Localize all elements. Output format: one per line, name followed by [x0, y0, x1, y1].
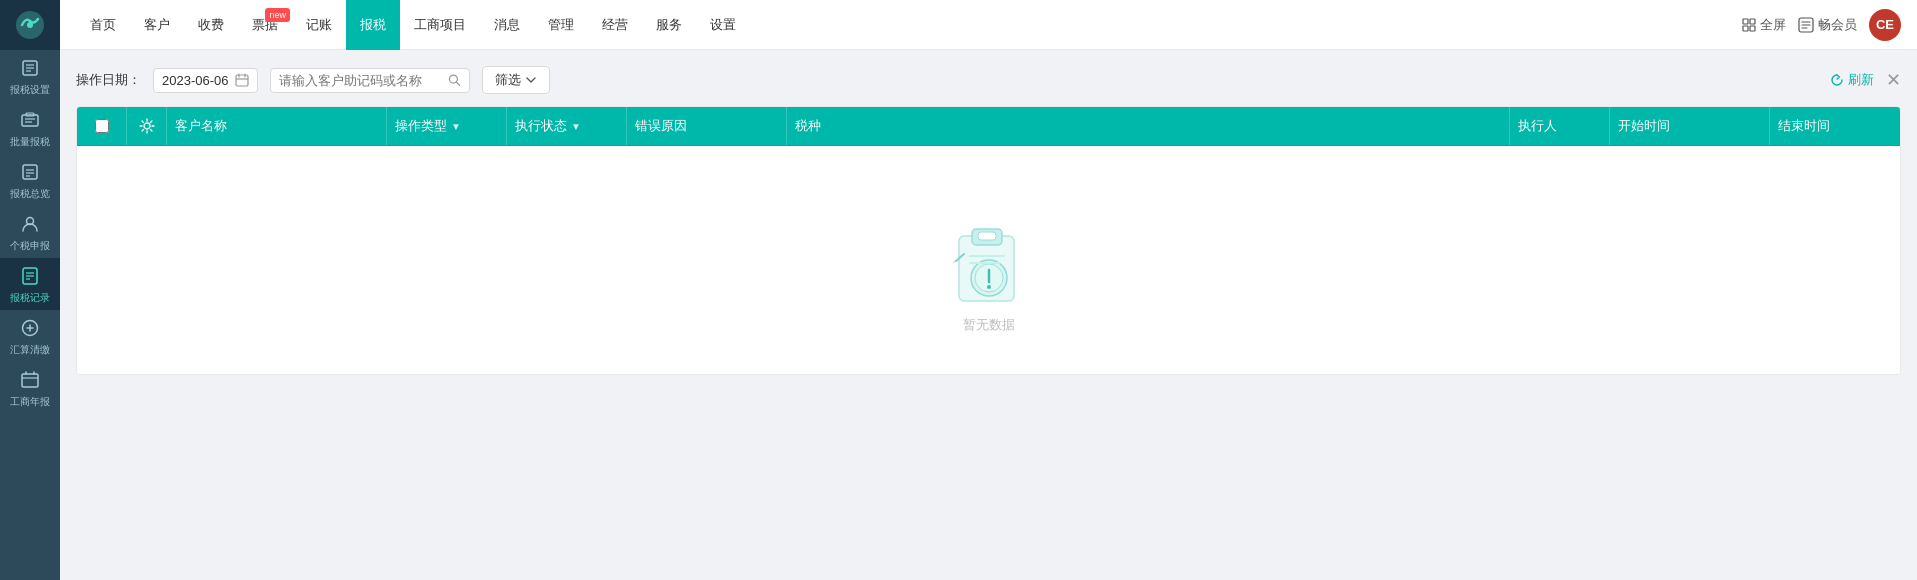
table-header: 客户名称 操作类型 ▼ 执行状态 ▼ 错误原因 税种: [77, 107, 1900, 146]
nav-customer[interactable]: 客户: [130, 0, 184, 50]
th-operation-type[interactable]: 操作类型 ▼: [387, 107, 507, 145]
svg-point-40: [987, 285, 991, 289]
sidebar-item-tax-record[interactable]: 报税记录: [0, 258, 60, 310]
main-wrap: 首页 客户 收费 票据 new 记账 报税 工商项目 消息: [60, 0, 1917, 580]
nav-bookkeeping[interactable]: 记账: [292, 0, 346, 50]
sidebar-logo: [0, 0, 60, 50]
sidebar-label-settlement: 汇算清缴: [10, 344, 50, 356]
tax-summary-icon: [20, 162, 40, 185]
nav-home[interactable]: 首页: [76, 0, 130, 50]
member-button[interactable]: 畅会员: [1798, 16, 1857, 34]
settlement-icon: [20, 318, 40, 341]
tax-settings-icon: [20, 58, 40, 81]
toolbar: 操作日期： 2023-06-06: [76, 66, 1901, 94]
th-tax-type: 税种: [787, 107, 1510, 145]
svg-rect-10: [23, 165, 37, 179]
svg-point-33: [144, 123, 150, 129]
sidebar-label-batch-tax: 批量报税: [10, 136, 50, 148]
th-executor: 执行人: [1510, 107, 1610, 145]
fullscreen-button[interactable]: 全屏: [1742, 16, 1786, 34]
date-value: 2023-06-06: [162, 73, 229, 88]
svg-rect-24: [1743, 26, 1748, 31]
tax-record-icon: [20, 266, 40, 289]
nav-management[interactable]: 管理: [534, 0, 588, 50]
svg-rect-27: [236, 75, 248, 86]
th-end-time: 结束时间: [1770, 107, 1900, 145]
chevron-down-icon: [525, 74, 537, 86]
empty-text: 暂无数据: [963, 316, 1015, 334]
toolbar-right: 刷新 ✕: [1830, 71, 1901, 89]
svg-rect-25: [1750, 26, 1755, 31]
search-icon: [448, 73, 461, 87]
nav-message[interactable]: 消息: [480, 0, 534, 50]
sidebar-item-batch-tax[interactable]: 批量报税: [0, 102, 60, 154]
sidebar: 报税设置 批量报税 报税总览: [0, 0, 60, 580]
batch-tax-icon: [20, 110, 40, 133]
top-nav: 首页 客户 收费 票据 new 记账 报税 工商项目 消息: [60, 0, 1917, 50]
search-input-wrap: [270, 68, 470, 93]
sidebar-item-settlement[interactable]: 汇算清缴: [0, 310, 60, 362]
calendar-icon: [235, 73, 249, 87]
topnav-right: 全屏 畅会员 CE: [1742, 9, 1901, 41]
date-label: 操作日期：: [76, 71, 141, 89]
svg-point-1: [27, 22, 33, 28]
sidebar-label-tax-summary: 报税总览: [10, 188, 50, 200]
content-area: 操作日期： 2023-06-06: [60, 50, 1917, 580]
sidebar-item-annual-report[interactable]: 工商年报: [0, 362, 60, 414]
sidebar-item-tax-summary[interactable]: 报税总览: [0, 154, 60, 206]
sort-icon-operation: ▼: [451, 121, 461, 132]
sidebar-item-personal-tax[interactable]: 个税申报: [0, 206, 60, 258]
avatar[interactable]: CE: [1869, 9, 1901, 41]
nav-tax[interactable]: 报税: [346, 0, 400, 50]
nav-settings[interactable]: 设置: [696, 0, 750, 50]
sort-icon-exec: ▼: [571, 121, 581, 132]
personal-tax-icon: [20, 214, 40, 237]
svg-rect-22: [1743, 19, 1748, 24]
th-checkbox[interactable]: [77, 107, 127, 145]
svg-rect-20: [22, 374, 38, 387]
sidebar-label-annual-report: 工商年报: [10, 396, 50, 408]
svg-marker-42: [952, 260, 956, 264]
data-table: 客户名称 操作类型 ▼ 执行状态 ▼ 错误原因 税种: [76, 106, 1901, 375]
nav-invoice[interactable]: 票据 new: [238, 0, 292, 50]
sidebar-label-personal-tax: 个税申报: [10, 240, 50, 252]
nav-billing[interactable]: 收费: [184, 0, 238, 50]
svg-rect-36: [978, 232, 996, 240]
sidebar-label-tax-settings: 报税设置: [10, 84, 50, 96]
member-icon: [1798, 17, 1814, 33]
refresh-icon: [1830, 73, 1844, 87]
close-button[interactable]: ✕: [1886, 71, 1901, 89]
settings-icon: [139, 118, 155, 134]
fullscreen-icon: [1742, 18, 1756, 32]
nav-items: 首页 客户 收费 票据 new 记账 报税 工商项目 消息: [76, 0, 1742, 50]
filter-button[interactable]: 筛选: [482, 66, 550, 94]
empty-illustration: [934, 206, 1044, 316]
invoice-badge: new: [265, 8, 290, 23]
nav-service[interactable]: 服务: [642, 0, 696, 50]
svg-line-32: [456, 82, 459, 85]
refresh-button[interactable]: 刷新: [1830, 71, 1874, 89]
date-picker[interactable]: 2023-06-06: [153, 68, 258, 93]
search-input[interactable]: [279, 73, 442, 88]
empty-state: 暂无数据: [77, 146, 1900, 374]
sidebar-label-tax-record: 报税记录: [10, 292, 50, 304]
th-error-reason: 错误原因: [627, 107, 787, 145]
nav-finance[interactable]: 经营: [588, 0, 642, 50]
svg-rect-6: [22, 115, 38, 126]
sidebar-item-tax-settings[interactable]: 报税设置: [0, 50, 60, 102]
annual-report-icon: [20, 370, 40, 393]
th-customer-name: 客户名称: [167, 107, 387, 145]
th-exec-status[interactable]: 执行状态 ▼: [507, 107, 627, 145]
header-checkbox[interactable]: [95, 119, 109, 133]
th-settings[interactable]: [127, 107, 167, 145]
page-main: 操作日期： 2023-06-06: [60, 50, 1917, 580]
nav-business[interactable]: 工商项目: [400, 0, 480, 50]
th-start-time: 开始时间: [1610, 107, 1770, 145]
svg-rect-23: [1750, 19, 1755, 24]
